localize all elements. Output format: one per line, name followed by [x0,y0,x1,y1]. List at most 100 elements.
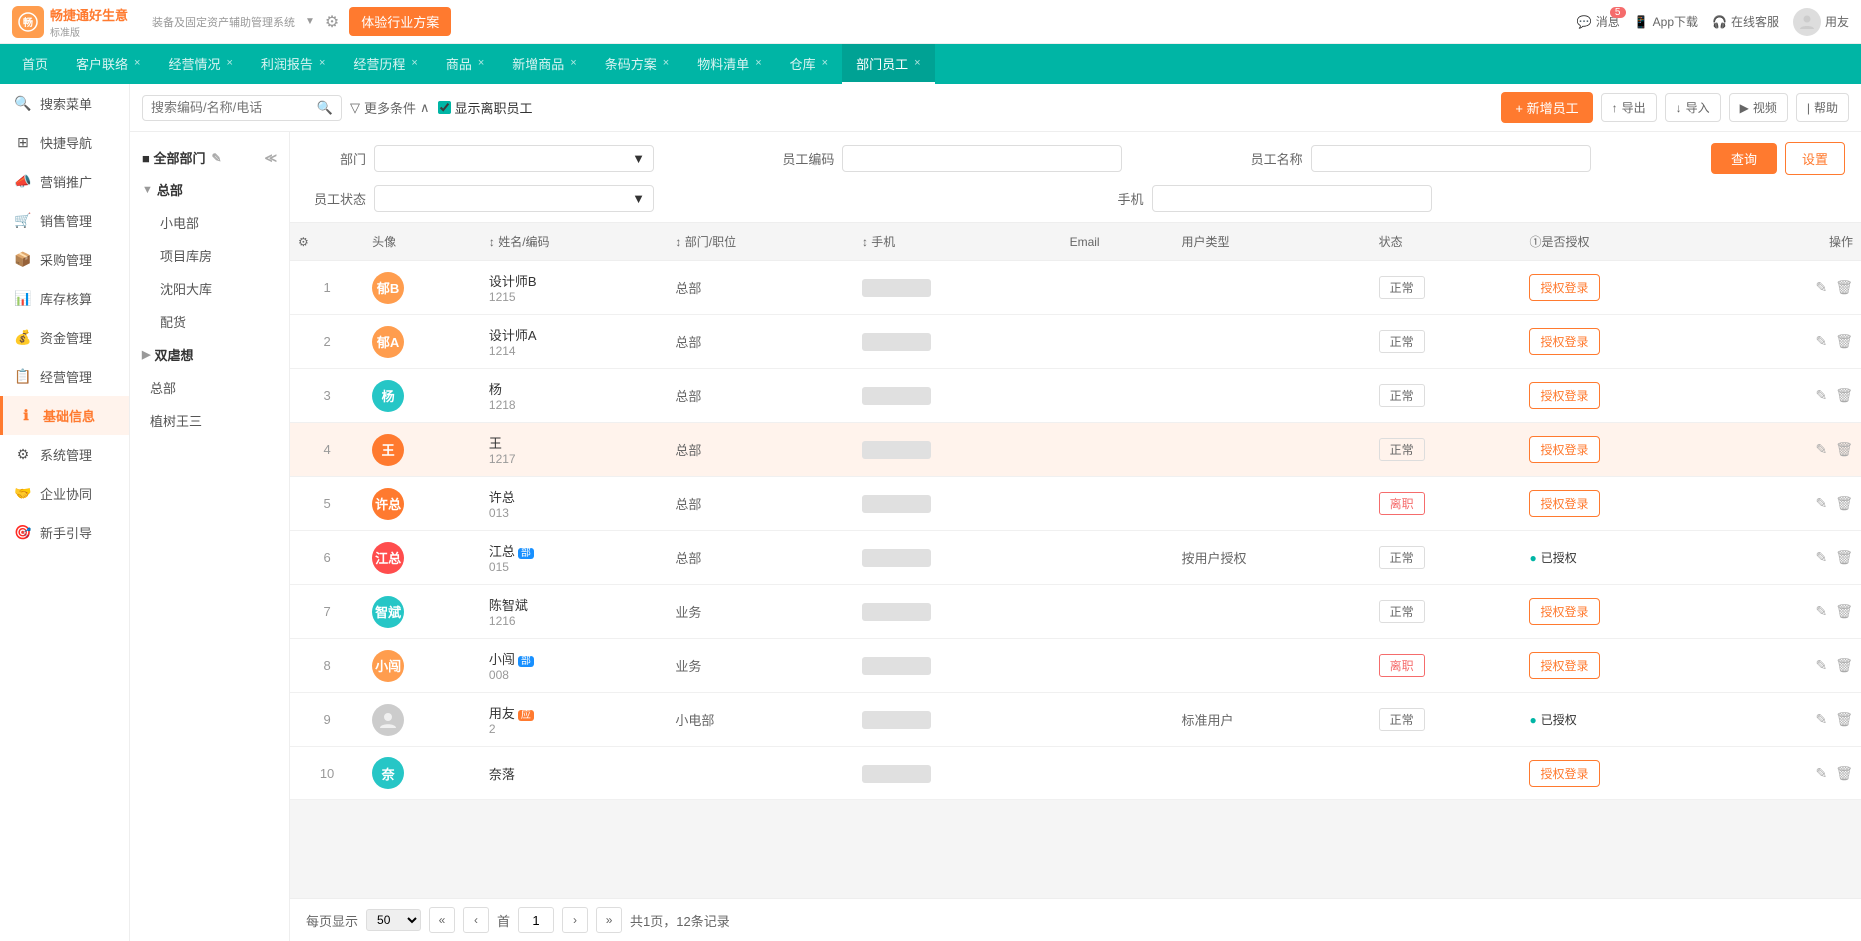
filter-empname-input[interactable] [1311,145,1591,172]
tab-history[interactable]: 经营历程 × [339,44,431,84]
delete-icon[interactable]: 🗑 [1835,495,1853,512]
edit-icon[interactable]: ✎ [1815,387,1827,404]
user-action[interactable]: 用友 [1793,8,1849,36]
authorize-button[interactable]: 授权登录 [1529,598,1599,625]
close-icon[interactable]: × [319,57,325,69]
sidebar-item-sales[interactable]: 🛒 销售管理 [0,201,129,240]
authorize-button[interactable]: 授权登录 [1529,760,1599,787]
sidebar-item-system[interactable]: ⚙ 系统管理 [0,435,129,474]
tab-bom[interactable]: 物料清单 × [683,44,775,84]
last-page-button[interactable]: » [596,907,622,933]
system-dropdown-arrow[interactable]: ▼ [305,16,315,27]
close-icon[interactable]: × [134,57,140,69]
sidebar-item-search[interactable]: 🔍 搜索菜单 [0,84,129,123]
edit-icon[interactable]: ✎ [1815,495,1827,512]
search-input-wrap[interactable]: 🔍 [142,95,342,121]
sidebar-item-basicinfo[interactable]: ℹ 基础信息 [0,396,129,435]
first-page-button[interactable]: « [429,907,455,933]
delete-icon[interactable]: 🗑 [1835,711,1853,728]
sidebar-item-collab[interactable]: 🤝 企业协同 [0,474,129,513]
tab-department[interactable]: 部门员工 × [842,44,934,84]
sidebar-item-marketing[interactable]: 📣 营销推广 [0,162,129,201]
filter-settings-button[interactable]: 设置 [1785,142,1845,175]
authorize-button[interactable]: 授权登录 [1529,436,1599,463]
tab-warehouse[interactable]: 仓库 × [776,44,842,84]
col-phone[interactable]: ↕ 手机 [854,223,1062,261]
edit-icon[interactable]: ✎ [1815,657,1827,674]
app-download-action[interactable]: 📱 App下载 [1634,13,1698,30]
sidebar-item-management[interactable]: 📋 经营管理 [0,357,129,396]
close-icon[interactable]: × [822,57,828,69]
close-icon[interactable]: × [478,57,484,69]
dept-item-xiangmukufang[interactable]: 项目库房 [130,239,289,272]
close-icon[interactable]: × [570,57,576,69]
tab-profit[interactable]: 利润报告 × [247,44,339,84]
edit-icon[interactable]: ✎ [1815,603,1827,620]
search-input[interactable] [151,100,313,115]
authorize-button[interactable]: 授权登录 [1529,490,1599,517]
sidebar-item-purchase[interactable]: 📦 采购管理 [0,240,129,279]
prev-page-button[interactable]: ‹ [463,907,489,933]
dept-edit-icon[interactable]: ✎ [211,151,221,165]
delete-icon[interactable]: 🗑 [1835,603,1853,620]
page-input[interactable] [518,907,554,933]
more-filter-button[interactable]: ▽ 更多条件 ∧ [350,98,430,117]
authorize-button[interactable]: 授权登录 [1529,652,1599,679]
export-button[interactable]: ↑ 导出 [1601,93,1657,122]
show-resigned-checkbox[interactable] [438,101,451,114]
gear-icon[interactable]: ⚙ [298,235,309,249]
filter-empstatus-select[interactable]: ▼ [374,185,654,212]
delete-icon[interactable]: 🗑 [1835,765,1853,782]
dept-item-zongbu[interactable]: 总部 [130,371,289,404]
edit-icon[interactable]: ✎ [1815,441,1827,458]
sidebar-item-finance[interactable]: 💰 资金管理 [0,318,129,357]
online-service-action[interactable]: 🎧 在线客服 [1712,13,1779,30]
tab-goods[interactable]: 商品 × [432,44,498,84]
dept-group-shuangnuxiang[interactable]: ▶ 双虐想 [130,338,289,371]
message-action[interactable]: 💬 消息 5 [1577,13,1620,30]
authorize-button[interactable]: 授权登录 [1529,274,1599,301]
delete-icon[interactable]: 🗑 [1835,333,1853,350]
settings-icon[interactable]: ⚙ [325,12,339,32]
close-icon[interactable]: × [663,57,669,69]
filter-phone-input[interactable] [1152,185,1432,212]
close-icon[interactable]: × [914,57,920,69]
edit-icon[interactable]: ✎ [1815,333,1827,350]
delete-icon[interactable]: 🗑 [1835,279,1853,296]
close-icon[interactable]: × [411,57,417,69]
show-resigned-checkbox-label[interactable]: 显示离职员工 [438,98,533,117]
col-name[interactable]: ↕ 姓名/编码 [481,223,668,261]
delete-icon[interactable]: 🗑 [1835,657,1853,674]
tab-barcode[interactable]: 条码方案 × [591,44,683,84]
tab-customer[interactable]: 客户联络 × [62,44,154,84]
filter-empcode-input[interactable] [842,145,1122,172]
edit-icon[interactable]: ✎ [1815,711,1827,728]
dept-all-label[interactable]: ■ 全部部门 [142,148,205,167]
experience-button[interactable]: 体验行业方案 [349,7,451,36]
edit-icon[interactable]: ✎ [1815,549,1827,566]
delete-icon[interactable]: 🗑 [1835,387,1853,404]
close-icon[interactable]: × [226,57,232,69]
per-page-select[interactable]: 50 100 200 [366,909,421,931]
dept-collapse-icon[interactable]: ≪ [264,151,277,165]
close-icon[interactable]: × [755,57,761,69]
sidebar-item-quicknav[interactable]: ⊞ 快捷导航 [0,123,129,162]
sidebar-item-guide[interactable]: 🎯 新手引导 [0,513,129,552]
edit-icon[interactable]: ✎ [1815,279,1827,296]
delete-icon[interactable]: 🗑 [1835,441,1853,458]
import-button[interactable]: ↓ 导入 [1665,93,1721,122]
delete-icon[interactable]: 🗑 [1835,549,1853,566]
tab-new-goods[interactable]: 新增商品 × [498,44,590,84]
tab-home[interactable]: 首页 [8,44,62,84]
dept-group-toplevel[interactable]: ▼ 总部 [130,173,289,206]
dept-item-zhishuwangsan[interactable]: 植树王三 [130,404,289,437]
query-button[interactable]: 查询 [1711,143,1777,174]
dept-item-shenyangdaku[interactable]: 沈阳大库 [130,272,289,305]
add-employee-button[interactable]: + 新增员工 [1501,92,1592,123]
help-button[interactable]: | 帮助 [1796,93,1849,122]
dept-item-xiaodibu[interactable]: 小电部 [130,206,289,239]
col-dept[interactable]: ↕ 部门/职位 [667,223,854,261]
sidebar-item-inventory[interactable]: 📊 库存核算 [0,279,129,318]
tab-operation[interactable]: 经营情况 × [154,44,246,84]
view-button[interactable]: ▶ 视频 [1729,93,1788,122]
